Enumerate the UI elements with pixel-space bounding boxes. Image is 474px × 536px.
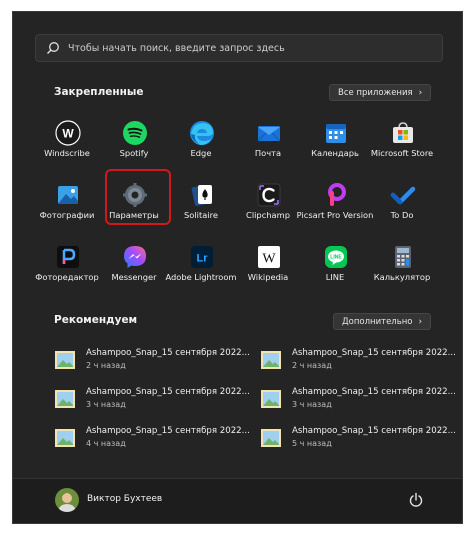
- search-icon: [47, 42, 59, 54]
- recommended-item[interactable]: Ashampoo_Snap_15 сентября 2022... 5 ч на…: [261, 426, 456, 454]
- app-calculator[interactable]: Калькулятор: [369, 238, 435, 296]
- all-apps-label: Все приложения: [338, 87, 413, 98]
- app-lightroom[interactable]: Lr Adobe Lightroom: [165, 238, 237, 296]
- file-time: 5 ч назад: [292, 439, 332, 448]
- recommended-item[interactable]: Ashampoo_Snap_15 сентября 2022... 3 ч на…: [261, 387, 456, 415]
- file-name: Ashampoo_Snap_15 сентября 2022...: [292, 387, 456, 397]
- app-windscribe[interactable]: W Windscribe: [34, 114, 100, 172]
- photo-editor-icon: [57, 246, 79, 268]
- svg-text:W: W: [62, 127, 74, 141]
- file-name: Ashampoo_Snap_15 сентября 2022...: [292, 426, 456, 436]
- image-file-icon: [261, 429, 281, 447]
- windscribe-icon: W: [55, 120, 81, 146]
- file-time: 2 ч назад: [292, 361, 332, 370]
- app-messenger[interactable]: Messenger: [101, 238, 167, 296]
- app-photo-editor[interactable]: Фоторедактор: [34, 238, 100, 296]
- more-button[interactable]: Дополнительно ›: [333, 313, 432, 330]
- image-file-icon: [55, 351, 75, 369]
- todo-icon: [390, 186, 416, 205]
- photos-icon: [58, 186, 78, 204]
- file-time: 4 ч назад: [86, 439, 126, 448]
- image-file-icon: [261, 351, 281, 369]
- wikipedia-icon: W: [258, 246, 280, 268]
- edge-icon: [190, 121, 214, 145]
- file-time: 2 ч назад: [86, 361, 126, 370]
- store-icon: [393, 122, 413, 143]
- settings-highlight-frame: [105, 169, 171, 225]
- calendar-icon: [326, 124, 346, 143]
- chevron-right-icon: ›: [418, 316, 423, 327]
- file-time: 3 ч назад: [292, 400, 332, 409]
- svg-text:W: W: [262, 252, 276, 267]
- file-name: Ashampoo_Snap_15 сентября 2022...: [86, 348, 250, 358]
- calculator-icon: [395, 246, 411, 268]
- file-name: Ashampoo_Snap_15 сентября 2022...: [86, 387, 250, 397]
- recommended-item[interactable]: Ashampoo_Snap_15 сентября 2022... 2 ч на…: [55, 348, 250, 376]
- file-name: Ashampoo_Snap_15 сентября 2022...: [86, 426, 250, 436]
- recommended-title: Рекомендуем: [54, 314, 138, 326]
- app-edge[interactable]: Edge: [168, 114, 234, 172]
- spotify-icon: [123, 121, 147, 145]
- user-name[interactable]: Виктор Бухтеев: [87, 494, 162, 504]
- all-apps-button[interactable]: Все приложения ›: [329, 84, 432, 101]
- app-mail[interactable]: Почта: [235, 114, 301, 172]
- clipchamp-icon: [257, 183, 281, 207]
- more-label: Дополнительно: [342, 316, 413, 327]
- image-file-icon: [261, 390, 281, 408]
- recommended-item[interactable]: Ashampoo_Snap_15 сентября 2022... 4 ч на…: [55, 426, 250, 454]
- app-solitaire[interactable]: Solitaire: [168, 176, 234, 234]
- avatar[interactable]: [55, 488, 79, 512]
- lightroom-icon: Lr: [191, 246, 213, 268]
- file-name: Ashampoo_Snap_15 сентября 2022...: [292, 348, 456, 358]
- svg-text:LINE: LINE: [330, 255, 342, 261]
- file-time: 3 ч назад: [86, 400, 126, 409]
- app-picsart[interactable]: Picsart Pro Version: [297, 176, 373, 234]
- app-todo[interactable]: To Do: [369, 176, 435, 234]
- app-calendar[interactable]: Календарь: [302, 114, 368, 172]
- pinned-title: Закрепленные: [54, 86, 144, 98]
- svg-text:Lr: Lr: [197, 253, 209, 265]
- messenger-icon: [124, 246, 146, 268]
- recommended-item[interactable]: Ashampoo_Snap_15 сентября 2022... 2 ч на…: [261, 348, 456, 376]
- recommended-item[interactable]: Ashampoo_Snap_15 сентября 2022... 3 ч на…: [55, 387, 250, 415]
- line-icon: LINE: [325, 246, 347, 268]
- app-wikipedia[interactable]: W Wikipedia: [235, 238, 301, 296]
- picsart-icon: [328, 183, 346, 206]
- image-file-icon: [55, 429, 75, 447]
- app-label: Калькулятор: [373, 272, 431, 282]
- app-label: Microsoft Store: [370, 148, 434, 158]
- search-placeholder: Чтобы начать поиск, введите запрос здесь: [68, 42, 285, 54]
- app-spotify[interactable]: Spotify: [101, 114, 167, 172]
- app-photos[interactable]: Фотографии: [34, 176, 100, 234]
- chevron-right-icon: ›: [418, 87, 423, 98]
- app-microsoft-store[interactable]: Microsoft Store: [369, 114, 435, 172]
- user-avatar-icon: [55, 488, 79, 512]
- app-clipchamp[interactable]: Clipchamp: [235, 176, 301, 234]
- image-file-icon: [55, 390, 75, 408]
- app-line[interactable]: LINE LINE: [302, 238, 368, 296]
- solitaire-icon: [191, 185, 212, 206]
- power-icon[interactable]: [408, 492, 424, 508]
- start-menu: Чтобы начать поиск, введите запрос здесь…: [12, 11, 463, 524]
- app-label: To Do: [390, 210, 414, 220]
- mail-icon: [257, 126, 281, 142]
- search-box[interactable]: Чтобы начать поиск, введите запрос здесь: [35, 34, 443, 62]
- start-footer: Виктор Бухтеев: [13, 478, 462, 523]
